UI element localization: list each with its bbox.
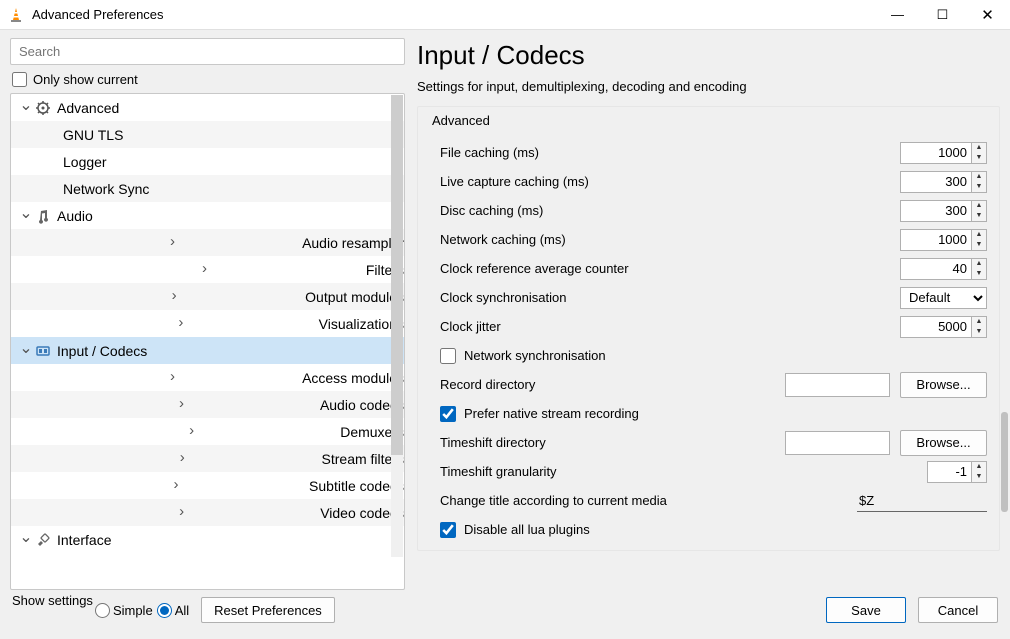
all-radio[interactable]	[157, 603, 172, 618]
tree-network-sync[interactable]: Network Sync	[11, 175, 404, 202]
tree-access-modules[interactable]: Access modules	[11, 364, 404, 391]
network-sync-checkbox[interactable]	[440, 348, 456, 364]
change-title-label: Change title according to current media	[440, 493, 857, 508]
chevron-right-icon	[47, 369, 298, 386]
tree-interface[interactable]: Interface	[11, 526, 404, 553]
spinner-buttons[interactable]: ▲▼	[972, 229, 987, 251]
settings-tree: Advanced GNU TLS Logger Network Sync Aud…	[10, 93, 405, 590]
tree-gnu-tls[interactable]: GNU TLS	[11, 121, 404, 148]
codec-icon	[33, 343, 53, 359]
change-title-input[interactable]	[857, 490, 987, 512]
tree-video-codecs[interactable]: Video codecs	[11, 499, 404, 526]
clock-ref-input[interactable]	[900, 258, 972, 280]
chevron-down-icon	[19, 98, 33, 118]
vlc-icon	[8, 7, 24, 23]
tree-logger[interactable]: Logger	[11, 148, 404, 175]
disable-lua-checkbox[interactable]	[440, 522, 456, 538]
network-caching-input[interactable]	[900, 229, 972, 251]
close-button[interactable]: ✕	[965, 0, 1010, 30]
tree-advanced[interactable]: Advanced	[11, 94, 404, 121]
timeshift-gran-label: Timeshift granularity	[440, 464, 927, 479]
prefer-native-label: Prefer native stream recording	[464, 406, 987, 421]
only-show-current-checkbox[interactable]	[12, 72, 27, 87]
tree-input-codecs[interactable]: Input / Codecs	[11, 337, 404, 364]
chevron-right-icon	[47, 288, 301, 305]
spinner-buttons[interactable]: ▲▼	[972, 461, 987, 483]
group-title: Advanced	[418, 107, 999, 138]
reset-preferences-button[interactable]: Reset Preferences	[201, 597, 335, 623]
timeshift-dir-label: Timeshift directory	[440, 435, 785, 450]
window-title: Advanced Preferences	[32, 7, 875, 22]
tree-subtitle-codecs[interactable]: Subtitle codecs	[11, 472, 404, 499]
live-capture-label: Live capture caching (ms)	[440, 174, 900, 189]
chevron-right-icon	[47, 315, 315, 332]
clock-jitter-input[interactable]	[900, 316, 972, 338]
right-scrollbar-thumb[interactable]	[1001, 412, 1008, 512]
disc-caching-input[interactable]	[900, 200, 972, 222]
tree-scrollbar-thumb[interactable]	[391, 95, 403, 455]
titlebar: Advanced Preferences — ☐ ✕	[0, 0, 1010, 30]
tree-audio-codecs[interactable]: Audio codecs	[11, 391, 404, 418]
spinner-buttons[interactable]: ▲▼	[972, 171, 987, 193]
advanced-group: Advanced File caching (ms) ▲▼ Live captur…	[417, 106, 1000, 551]
brush-icon	[33, 532, 53, 548]
left-panel: Only show current Advanced GNU TLS Logge…	[10, 38, 405, 590]
spinner-buttons[interactable]: ▲▼	[972, 200, 987, 222]
tree-audio-resampler[interactable]: Audio resampler	[11, 229, 404, 256]
record-dir-input[interactable]	[785, 373, 890, 397]
page-description: Settings for input, demultiplexing, deco…	[417, 79, 1000, 94]
tree-stream-filters[interactable]: Stream filters	[11, 445, 404, 472]
disc-caching-label: Disc caching (ms)	[440, 203, 900, 218]
chevron-down-icon	[19, 530, 33, 550]
simple-radio[interactable]	[95, 603, 110, 618]
network-caching-label: Network caching (ms)	[440, 232, 900, 247]
clock-ref-label: Clock reference average counter	[440, 261, 900, 276]
all-radio-label[interactable]: All	[157, 603, 189, 618]
clock-jitter-label: Clock jitter	[440, 319, 900, 334]
spinner-buttons[interactable]: ▲▼	[972, 258, 987, 280]
search-input[interactable]	[10, 38, 405, 65]
chevron-right-icon	[47, 234, 298, 251]
spinner-buttons[interactable]: ▲▼	[972, 142, 987, 164]
chevron-right-icon	[47, 504, 316, 521]
tree-visualizations[interactable]: Visualizations	[11, 310, 404, 337]
minimize-button[interactable]: —	[875, 0, 920, 30]
prefer-native-checkbox[interactable]	[440, 406, 456, 422]
chevron-down-icon	[19, 206, 33, 226]
right-panel: Input / Codecs Settings for input, demul…	[417, 38, 1000, 590]
record-dir-label: Record directory	[440, 377, 785, 392]
spinner-buttons[interactable]: ▲▼	[972, 316, 987, 338]
chevron-right-icon	[47, 450, 318, 467]
record-dir-browse-button[interactable]: Browse...	[900, 372, 987, 398]
tree-audio[interactable]: Audio	[11, 202, 404, 229]
footer: Show settings Simple All Reset Preferenc…	[0, 590, 1010, 630]
maximize-button[interactable]: ☐	[920, 0, 965, 30]
timeshift-gran-input[interactable]	[927, 461, 972, 483]
file-caching-label: File caching (ms)	[440, 145, 900, 160]
gear-icon	[33, 100, 53, 116]
tree-filters[interactable]: Filters	[11, 256, 404, 283]
tree-demuxers[interactable]: Demuxers	[11, 418, 404, 445]
clock-sync-select[interactable]: Default	[900, 287, 987, 309]
page-title: Input / Codecs	[417, 40, 1000, 71]
save-button[interactable]: Save	[826, 597, 906, 623]
tree-output-modules[interactable]: Output modules	[11, 283, 404, 310]
show-settings-label: Show settings	[12, 593, 93, 608]
network-sync-label: Network synchronisation	[464, 348, 987, 363]
file-caching-input[interactable]	[900, 142, 972, 164]
live-capture-input[interactable]	[900, 171, 972, 193]
only-show-current-label: Only show current	[33, 72, 138, 87]
chevron-right-icon	[47, 477, 305, 494]
chevron-right-icon	[47, 261, 362, 278]
timeshift-dir-input[interactable]	[785, 431, 890, 455]
simple-radio-label[interactable]: Simple	[95, 603, 153, 618]
disable-lua-label: Disable all lua plugins	[464, 522, 987, 537]
music-note-icon	[33, 208, 53, 224]
chevron-right-icon	[47, 423, 336, 440]
clock-sync-label: Clock synchronisation	[440, 290, 900, 305]
timeshift-dir-browse-button[interactable]: Browse...	[900, 430, 987, 456]
chevron-right-icon	[47, 396, 316, 413]
chevron-down-icon	[19, 341, 33, 361]
cancel-button[interactable]: Cancel	[918, 597, 998, 623]
